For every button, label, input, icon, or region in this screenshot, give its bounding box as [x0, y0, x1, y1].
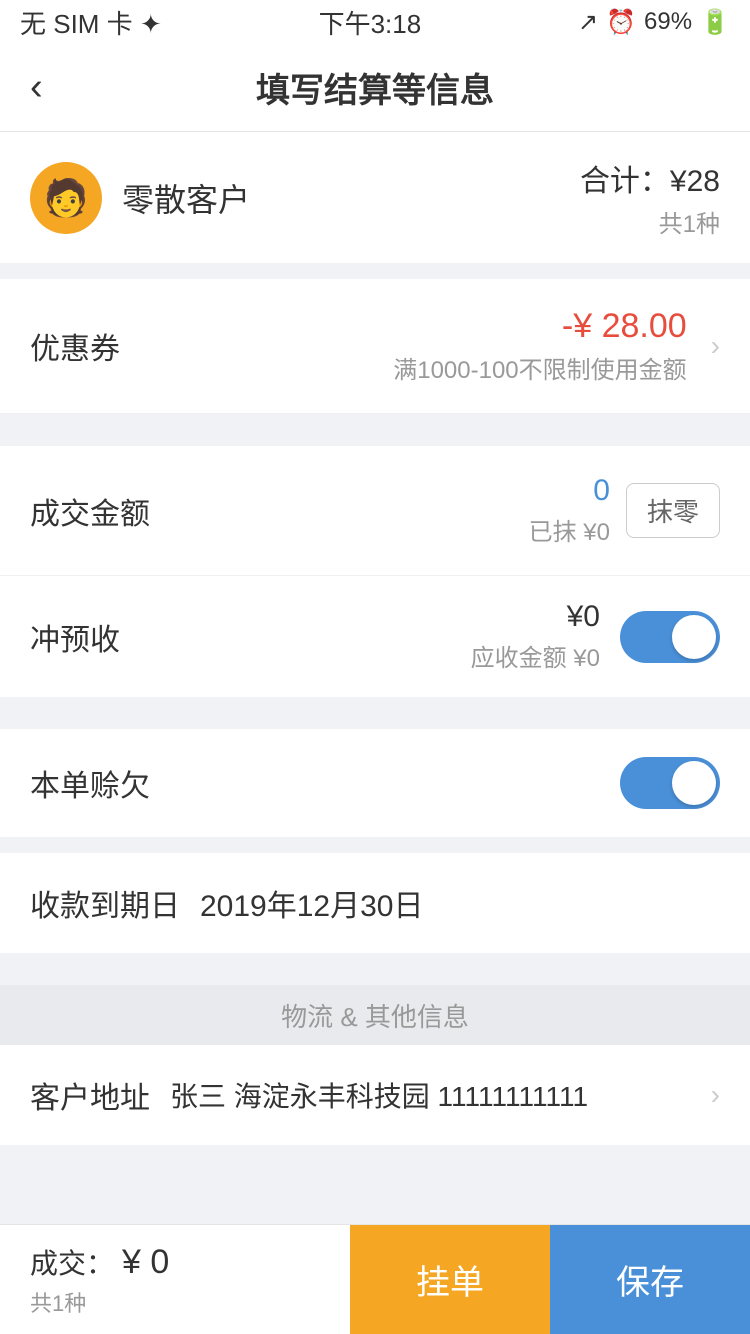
customer-total: 合计：¥28	[580, 156, 720, 200]
deal-amount-right: 0 已抹 ¥0 抹零	[529, 474, 720, 547]
nav-bar: ‹ 填写结算等信息	[0, 44, 750, 132]
avatar-icon: 🧑	[44, 177, 89, 219]
credit-toggle[interactable]	[620, 757, 720, 809]
content: 🧑 零散客户 合计：¥28 共1种 优惠券 -¥ 28.00 满1000-100…	[0, 132, 750, 1265]
coupon-right: -¥ 28.00 满1000-100不限制使用金额 ›	[393, 307, 720, 385]
chevron-right-icon: ›	[711, 330, 720, 362]
duedate-value: 2019年12月30日	[200, 881, 423, 925]
address-chevron-icon: ›	[711, 1079, 720, 1111]
customer-row: 🧑 零散客户 合计：¥28 共1种	[0, 132, 750, 263]
status-left: 无 SIM 卡 ✦	[20, 4, 162, 41]
no-sim-text: 无 SIM 卡 ✦	[20, 4, 162, 41]
divider-section: 物流 & 其他信息	[0, 985, 750, 1045]
deal-section: 成交金额 0 已抹 ¥0 抹零 冲预收 ¥0 应收金额 ¥0	[0, 446, 750, 697]
customer-count: 共1种	[580, 204, 720, 239]
advance-label: 冲预收	[30, 615, 120, 659]
battery-text: 69%	[644, 8, 692, 36]
credit-section: 本单赊欠	[0, 729, 750, 837]
save-button[interactable]: 保存	[550, 1225, 750, 1334]
advance-right: ¥0 应收金额 ¥0	[471, 600, 720, 673]
status-bar: 无 SIM 卡 ✦ 下午3:18 ↗ ⏰ 69% 🔋	[0, 0, 750, 44]
customer-left: 🧑 零散客户	[30, 162, 250, 234]
status-time: 下午3:18	[319, 4, 422, 41]
advance-toggle[interactable]	[620, 611, 720, 663]
advance-receivable: 应收金额 ¥0	[471, 638, 600, 673]
deal-amount-label: 成交金额	[30, 489, 150, 533]
address-value: 张三 海淀永丰科技园 11111111111	[170, 1075, 711, 1115]
coupon-section: 优惠券 -¥ 28.00 满1000-100不限制使用金额 ›	[0, 279, 750, 414]
page-title: 填写结算等信息	[256, 63, 494, 112]
advance-amounts: ¥0 应收金额 ¥0	[471, 600, 600, 673]
round-zero-button[interactable]: 抹零	[626, 483, 720, 538]
separator-3	[0, 969, 750, 985]
alarm-icon: ⏰	[606, 8, 636, 37]
bottom-deal-amount: ¥ 0	[122, 1243, 169, 1282]
duedate-row: 收款到期日 2019年12月30日	[30, 881, 720, 925]
coupon-value-col: -¥ 28.00 满1000-100不限制使用金额	[393, 307, 686, 385]
bottom-bar: 成交： ¥ 0 共1种 挂单 保存	[0, 1224, 750, 1334]
deal-amount-col: 0 已抹 ¥0	[529, 474, 610, 547]
credit-label: 本单赊欠	[30, 761, 150, 805]
location-icon: ↗	[578, 8, 598, 37]
coupon-label: 优惠券	[30, 324, 120, 368]
divider-text: 物流 & 其他信息	[281, 997, 469, 1034]
bottom-summary: 成交： ¥ 0 共1种	[0, 1242, 350, 1318]
address-section[interactable]: 客户地址 张三 海淀永丰科技园 11111111111 ›	[0, 1045, 750, 1145]
advance-row: 冲预收 ¥0 应收金额 ¥0	[0, 575, 750, 697]
status-right: ↗ ⏰ 69% 🔋	[578, 8, 730, 37]
coupon-desc: 满1000-100不限制使用金额	[393, 350, 686, 385]
credit-toggle-thumb	[672, 761, 716, 805]
customer-right: 合计：¥28 共1种	[580, 156, 720, 239]
avatar: 🧑	[30, 162, 102, 234]
bottom-deal-count: 共1种	[30, 1286, 350, 1318]
deal-amount-sub: 已抹 ¥0	[529, 512, 610, 547]
coupon-row[interactable]: 优惠券 -¥ 28.00 满1000-100不限制使用金额 ›	[0, 279, 750, 414]
address-label: 客户地址	[30, 1073, 150, 1117]
customer-name: 零散客户	[122, 175, 250, 221]
deal-amount-row: 成交金额 0 已抹 ¥0 抹零	[0, 446, 750, 575]
advance-amount: ¥0	[471, 600, 600, 634]
back-button[interactable]: ‹	[30, 66, 43, 109]
separator-1	[0, 430, 750, 446]
bottom-deal-label: 成交：	[30, 1242, 114, 1282]
battery-icon: 🔋	[700, 8, 730, 37]
duedate-label: 收款到期日	[30, 881, 180, 925]
coupon-amount: -¥ 28.00	[393, 307, 686, 346]
toggle-thumb	[672, 615, 716, 659]
hold-button[interactable]: 挂单	[350, 1225, 550, 1334]
bottom-deal-row: 成交： ¥ 0	[30, 1242, 350, 1282]
duedate-section: 收款到期日 2019年12月30日	[0, 853, 750, 953]
deal-amount-value: 0	[529, 474, 610, 508]
separator-2	[0, 713, 750, 729]
